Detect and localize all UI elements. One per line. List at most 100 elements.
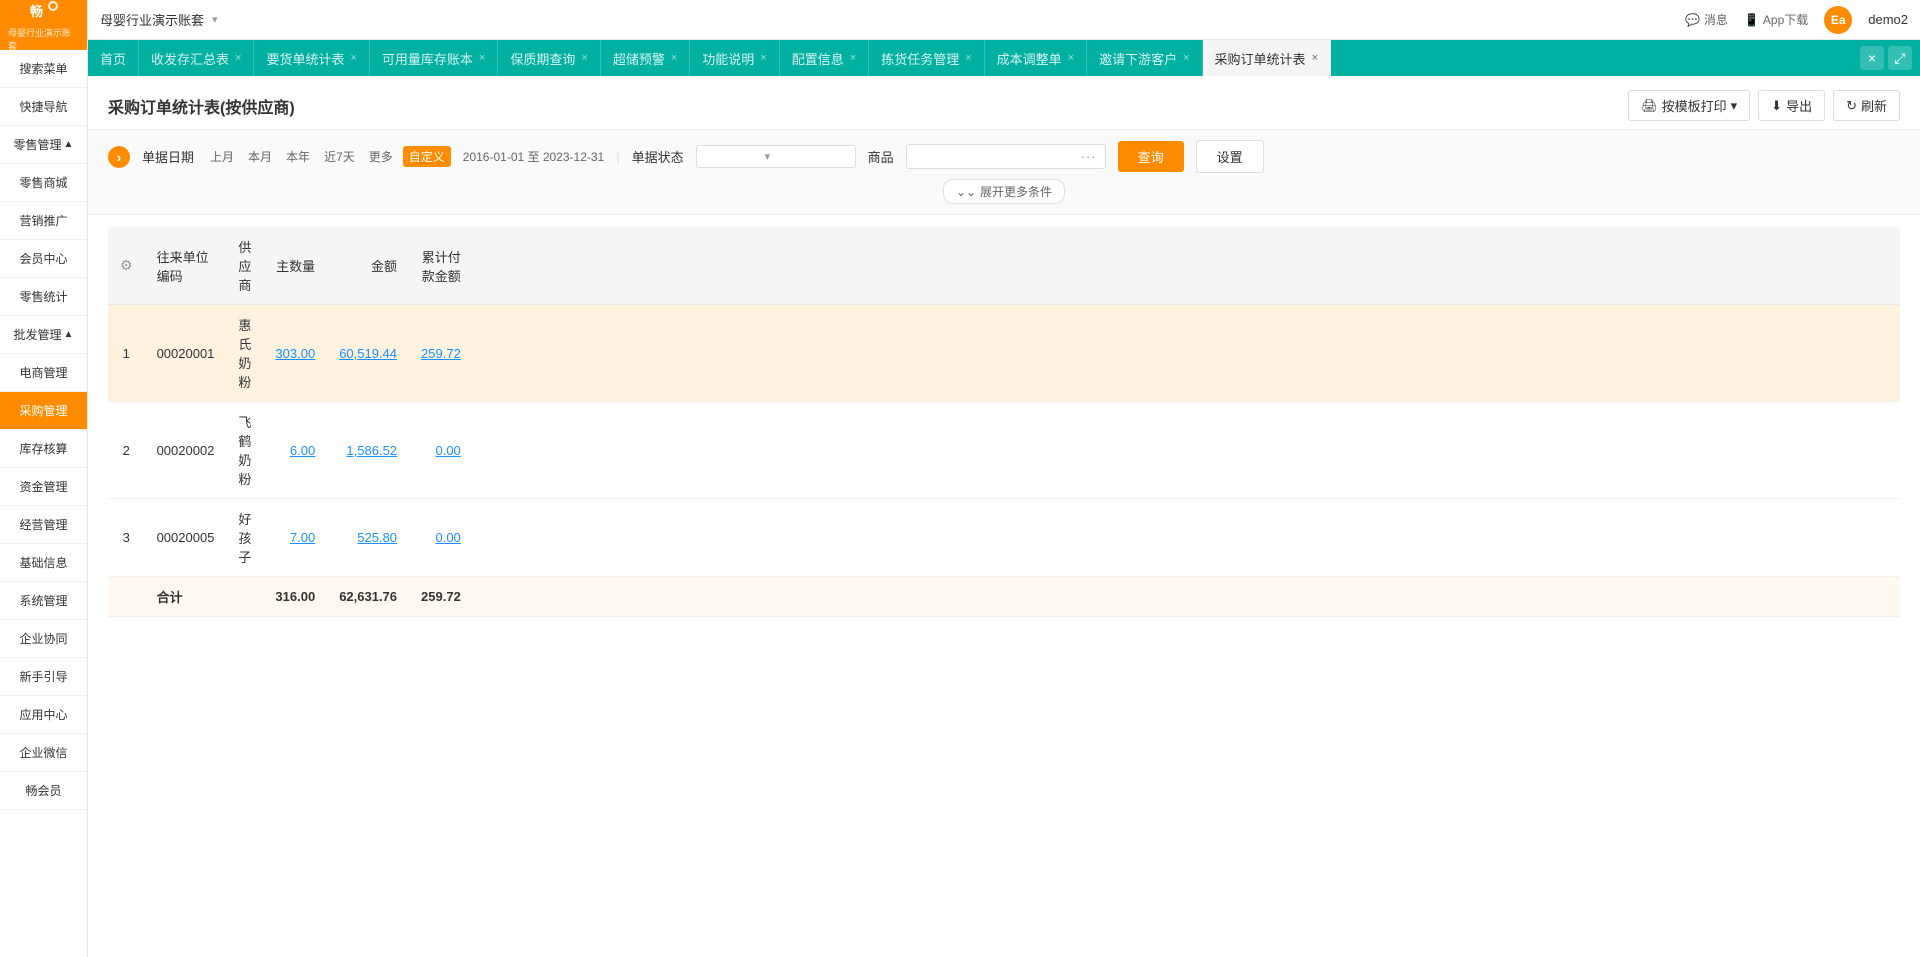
sidebar-item-arrow-icon: ▲ — [64, 329, 74, 340]
sidebar-item-retail-stat[interactable]: 零售统计 — [0, 278, 87, 316]
logo-icon: 畅 — [26, 0, 62, 24]
topbar-title: 母婴行业演示账套 — [100, 10, 204, 29]
tab-close-invite-downstream[interactable]: × — [1183, 52, 1189, 64]
tab-close-pick-task[interactable]: × — [965, 52, 971, 64]
filter-toggle-btn[interactable]: › — [108, 146, 130, 168]
cell-qty-link[interactable]: 303.00 — [275, 346, 315, 361]
query-button[interactable]: 查询 — [1118, 141, 1184, 172]
username-label[interactable]: demo2 — [1868, 12, 1908, 27]
cell-amount-link[interactable]: 60,519.44 — [339, 346, 397, 361]
tab-close-purchase-stat[interactable]: × — [1312, 52, 1318, 64]
sidebar-item-basic[interactable]: 基础信息 — [0, 544, 87, 582]
expand-more-button[interactable]: ⌄⌄ 展开更多条件 — [943, 179, 1065, 204]
cell-amount[interactable]: 60,519.44 — [327, 305, 409, 402]
tab-close-shelf-life[interactable]: × — [581, 52, 587, 64]
cell-qty[interactable]: 6.00 — [263, 402, 327, 499]
date-shortcut-0[interactable]: 上月 — [206, 146, 238, 167]
tab-close-all-btn[interactable]: × — [1860, 46, 1884, 70]
refresh-button[interactable]: ↻ 刷新 — [1833, 90, 1900, 121]
cell-paid-link[interactable]: 259.72 — [421, 346, 461, 361]
cell-amount[interactable]: 1,586.52 — [327, 402, 409, 499]
sidebar-item-search[interactable]: 搜索菜单 — [0, 50, 87, 88]
tab-avail-stock[interactable]: 可用量库存账本× — [370, 40, 498, 76]
cell-qty-link[interactable]: 6.00 — [290, 443, 315, 458]
tab-home[interactable]: 首页 — [88, 40, 139, 76]
page-header: 采购订单统计表(按供应商) 🖨 按模板打印 ▾ ⬇ 导出 ↻ 刷新 — [88, 76, 1920, 130]
data-table: ⚙ 往来单位编码 供应商 主数量 金额 累计付款金额 100020001惠氏奶粉… — [108, 227, 1900, 617]
sidebar-item-wholesale[interactable]: 批发管理▲ — [0, 316, 87, 354]
tab-cost-adjust[interactable]: 成本调整单× — [985, 40, 1087, 76]
tab-shelf-life[interactable]: 保质期查询× — [498, 40, 600, 76]
footer-supplier-empty — [226, 577, 263, 617]
date-custom-badge[interactable]: 自定义 — [403, 146, 451, 167]
message-btn[interactable]: 💬 消息 — [1685, 11, 1728, 28]
cell-paid[interactable]: 0.00 — [409, 402, 473, 499]
tab-goods-stat[interactable]: 要货单统计表× — [254, 40, 369, 76]
tab-expand-btn[interactable]: ⤢ — [1888, 46, 1912, 70]
tab-label-config-info: 配置信息 — [792, 49, 844, 68]
sidebar-item-system[interactable]: 系统管理 — [0, 582, 87, 620]
tab-pick-task[interactable]: 拣货任务管理× — [869, 40, 984, 76]
export-button[interactable]: ⬇ 导出 — [1758, 90, 1825, 121]
cell-paid[interactable]: 259.72 — [409, 305, 473, 402]
topbar-right: 💬 消息 📱 App下载 Ea demo2 — [1685, 6, 1908, 34]
tab-close-avail-stock[interactable]: × — [479, 52, 485, 64]
date-shortcut-3[interactable]: 近7天 — [320, 146, 359, 167]
cell-extra — [473, 305, 1900, 402]
sidebar-item-ecom[interactable]: 电商管理 — [0, 354, 87, 392]
cell-qty-link[interactable]: 7.00 — [290, 530, 315, 545]
sidebar-item-operation[interactable]: 经营管理 — [0, 506, 87, 544]
tab-over-stock[interactable]: 超储预警× — [601, 40, 690, 76]
tab-purchase-stat[interactable]: 采购订单统计表× — [1203, 40, 1331, 76]
page-title: 采购订单统计表(按供应商) — [108, 94, 295, 118]
cell-paid-link[interactable]: 0.00 — [435, 530, 460, 545]
date-shortcut-2[interactable]: 本年 — [282, 146, 314, 167]
print-dropdown-icon: ▾ — [1731, 98, 1738, 114]
sidebar-item-collab[interactable]: 企业协同 — [0, 620, 87, 658]
sidebar-item-wechat[interactable]: 企业微信 — [0, 734, 87, 772]
status-select[interactable]: ▾ — [696, 145, 856, 168]
goods-input[interactable]: ··· — [906, 144, 1106, 169]
tab-close-config-info[interactable]: × — [850, 52, 856, 64]
cell-qty[interactable]: 7.00 — [263, 499, 327, 577]
app-download-btn[interactable]: 📱 App下载 — [1744, 11, 1808, 28]
sidebar-item-marketing[interactable]: 营销推广 — [0, 202, 87, 240]
cell-amount-link[interactable]: 1,586.52 — [346, 443, 397, 458]
table-footer-row: 合计 316.00 62,631.76 259.72 — [108, 577, 1900, 617]
sidebar-item-inventory[interactable]: 库存核算 — [0, 430, 87, 468]
sidebar-item-appcenter[interactable]: 应用中心 — [0, 696, 87, 734]
tab-close-goods-stat[interactable]: × — [350, 52, 356, 64]
settings-button[interactable]: 设置 — [1196, 140, 1264, 173]
cell-amount-link[interactable]: 525.80 — [357, 530, 397, 545]
sidebar-item-purchase[interactable]: 采购管理 — [0, 392, 87, 430]
tab-close-func-help[interactable]: × — [760, 52, 766, 64]
topbar-dropdown-icon[interactable]: ▾ — [212, 13, 218, 26]
tab-close-cost-adjust[interactable]: × — [1068, 52, 1074, 64]
date-shortcut-1[interactable]: 本月 — [244, 146, 276, 167]
col-header-code: 往来单位编码 — [145, 227, 227, 305]
tab-receive-summary[interactable]: 收发存汇总表× — [139, 40, 254, 76]
cell-paid-link[interactable]: 0.00 — [435, 443, 460, 458]
sidebar-item-vip[interactable]: 畅会员 — [0, 772, 87, 810]
table-settings-icon[interactable]: ⚙ — [120, 257, 133, 273]
sidebar-item-member[interactable]: 会员中心 — [0, 240, 87, 278]
footer-paid: 259.72 — [409, 577, 473, 617]
sidebar-item-mall[interactable]: 零售商城 — [0, 164, 87, 202]
tab-invite-downstream[interactable]: 邀请下游客户× — [1087, 40, 1202, 76]
print-button[interactable]: 🖨 按模板打印 ▾ — [1628, 90, 1750, 121]
filter-row: › 单据日期 上月本月本年近7天更多自定义 2016-01-01 至 2023-… — [108, 140, 1900, 173]
avatar-text: Ea — [1831, 13, 1846, 27]
sidebar-item-newbie[interactable]: 新手引导 — [0, 658, 87, 696]
tab-close-over-stock[interactable]: × — [671, 52, 677, 64]
date-shortcut-4[interactable]: 更多 — [365, 146, 397, 167]
sidebar-item-retail[interactable]: 零售管理▲ — [0, 126, 87, 164]
sidebar-item-shortcut[interactable]: 快捷导航 — [0, 88, 87, 126]
goods-input-dots: ··· — [1081, 149, 1097, 164]
tab-config-info[interactable]: 配置信息 × — [780, 40, 869, 76]
cell-amount[interactable]: 525.80 — [327, 499, 409, 577]
cell-qty[interactable]: 303.00 — [263, 305, 327, 402]
tab-func-help[interactable]: 功能说明× — [690, 40, 779, 76]
cell-paid[interactable]: 0.00 — [409, 499, 473, 577]
tab-close-receive-summary[interactable]: × — [235, 52, 241, 64]
sidebar-item-finance[interactable]: 资金管理 — [0, 468, 87, 506]
